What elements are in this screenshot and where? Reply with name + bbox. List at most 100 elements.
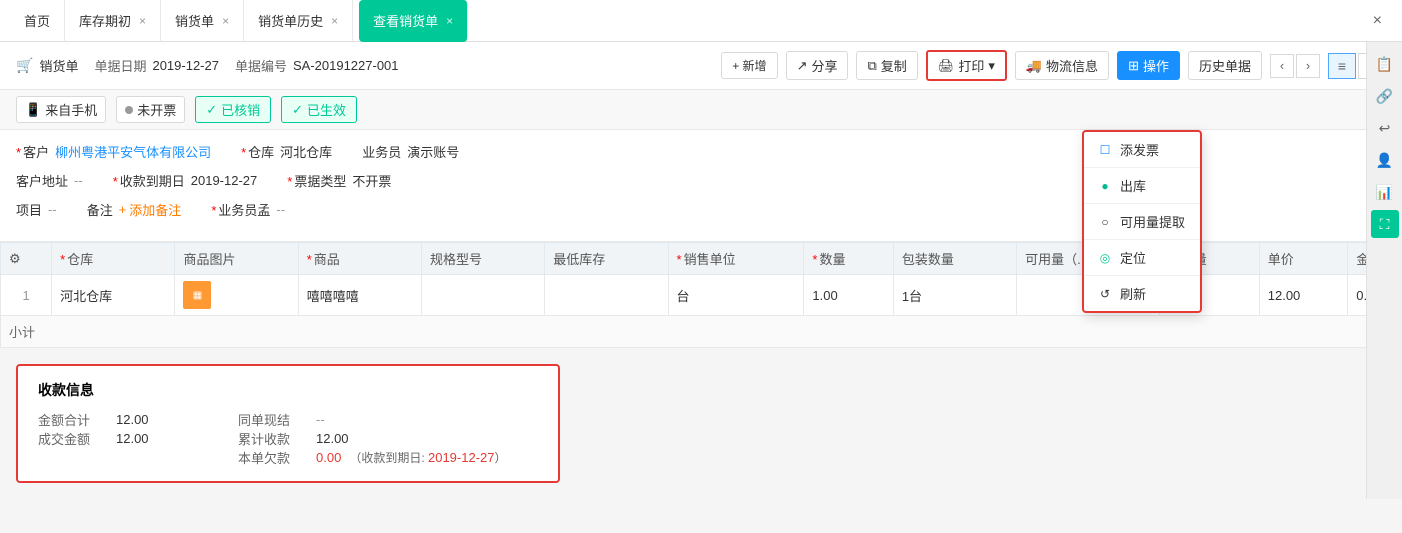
window-close-button[interactable]: × — [1363, 12, 1392, 30]
date-label: 单据日期 — [94, 56, 146, 75]
project-field: 项目 -- — [16, 200, 57, 219]
tab-sales-order-history[interactable]: 销货单历史 × — [244, 0, 353, 42]
subtotal-label: 小计 — [1, 316, 1402, 348]
address-field: 客户地址 -- — [16, 171, 83, 190]
tab-home[interactable]: 首页 — [10, 0, 65, 42]
operation-button[interactable]: ⊞ 操作 — [1117, 51, 1180, 80]
effective-badge[interactable]: ✓ 已生效 — [281, 96, 357, 123]
logistics-button[interactable]: 🚚 物流信息 — [1015, 51, 1109, 80]
effective-icon: ✓ — [292, 102, 303, 118]
deal-amount-row: 成交金额 12.00 — [38, 429, 238, 448]
col-settings[interactable]: ⚙ — [1, 243, 52, 275]
row-product: 嘻嘻嘻嘻 — [298, 275, 421, 316]
number-value: SA-20191227-001 — [293, 58, 399, 73]
col-product-img: 商品图片 — [175, 243, 298, 275]
sidebar-icon-back[interactable]: ↩ — [1371, 114, 1399, 142]
sidebar-icon-user[interactable]: 👤 — [1371, 146, 1399, 174]
refresh-icon: ↺ — [1098, 287, 1112, 301]
prev-button[interactable]: ‹ — [1270, 54, 1294, 78]
summary-box: 收款信息 金额合计 12.00 同单现结 -- 成交金额 12.00 — [16, 364, 560, 483]
summary-area: 收款信息 金额合计 12.00 同单现结 -- 成交金额 12.00 — [0, 348, 1402, 499]
summary-grid: 金额合计 12.00 同单现结 -- 成交金额 12.00 累计收款 12.00 — [38, 410, 538, 467]
content-inner: 🛒 销货单 单据日期 2019-12-27 单据编号 SA-20191227-0… — [0, 42, 1402, 499]
history-button[interactable]: 历史单据 — [1188, 51, 1262, 80]
row-unit-price: 12.00 — [1259, 275, 1348, 316]
row-min-stock — [545, 275, 668, 316]
print-icon: 🖨 — [938, 58, 955, 74]
row-spec — [421, 275, 544, 316]
total-received-row: 累计收款 12.00 — [238, 429, 538, 448]
doc-type-label: 销货单 — [39, 56, 78, 75]
customer-value[interactable]: 柳州粤港平安气体有限公司 — [55, 142, 211, 161]
notes-field: 备注 添加备注 — [87, 200, 182, 219]
empty-row — [38, 448, 238, 467]
logistics-icon: 🚚 — [1026, 58, 1042, 74]
due-date-field: 收款到期日 2019-12-27 — [113, 171, 258, 190]
sidebar-icon-chart[interactable]: 📊 — [1371, 178, 1399, 206]
menu-refresh[interactable]: ↺ 刷新 — [1084, 276, 1200, 311]
doc-title: 🛒 销货单 — [16, 56, 78, 75]
tab-close-inventory-init[interactable]: × — [139, 14, 146, 28]
doc-header: 🛒 销货单 单据日期 2019-12-27 单据编号 SA-20191227-0… — [0, 42, 1402, 90]
add-note-button[interactable]: 添加备注 — [119, 200, 182, 219]
project-value: -- — [48, 202, 57, 217]
print-button[interactable]: 🖨 打印 ▾ — [926, 50, 1007, 81]
share-icon: ↗ — [797, 58, 808, 74]
tab-sales-order[interactable]: 销货单 × — [161, 0, 244, 42]
from-mobile-button[interactable]: 📱 来自手机 — [16, 96, 106, 123]
pagination-arrows: ‹ › — [1270, 54, 1320, 78]
tab-view-sales-order[interactable]: 查看销货单 × — [359, 0, 468, 42]
number-label: 单据编号 — [235, 56, 287, 75]
row-warehouse: 河北仓库 — [52, 275, 175, 316]
amount-total-row: 金额合计 12.00 — [38, 410, 238, 429]
sidebar-icon-link[interactable]: 🔗 — [1371, 82, 1399, 110]
print-dropdown-icon: ▾ — [988, 58, 995, 74]
mobile-icon: 📱 — [25, 102, 41, 118]
available-icon: ○ — [1098, 215, 1112, 229]
ticket-value: 不开票 — [352, 171, 391, 190]
summary-title: 收款信息 — [38, 380, 538, 400]
due-date-value: 2019-12-27 — [191, 173, 258, 188]
copy-button[interactable]: ⧉ 复制 — [856, 51, 917, 80]
operation-icon: ⊞ — [1128, 58, 1139, 74]
locate-icon: ◎ — [1098, 251, 1112, 265]
col-warehouse: 仓库 — [52, 243, 175, 275]
sidebar-icon-doc[interactable]: 📋 — [1371, 50, 1399, 78]
salesperson2-value: -- — [276, 202, 285, 217]
row-unit: 台 — [668, 275, 804, 316]
date-value: 2019-12-27 — [152, 58, 219, 73]
list-view-button[interactable]: ≡ — [1328, 53, 1356, 79]
tab-close-view-sales-order[interactable]: × — [446, 14, 453, 28]
tab-close-sales-order-history[interactable]: × — [331, 14, 338, 28]
row-num: 1 — [1, 275, 52, 316]
tab-inventory-init[interactable]: 库存期初 × — [65, 0, 161, 42]
tab-close-sales-order[interactable]: × — [222, 14, 229, 28]
new-button[interactable]: + 新增 — [721, 52, 777, 79]
menu-locate[interactable]: ◎ 定位 — [1084, 240, 1200, 275]
verified-icon: ✓ — [206, 102, 217, 118]
sidebar-icon-expand[interactable]: ⛶ — [1371, 210, 1399, 238]
sales-order-icon: 🛒 — [16, 57, 33, 74]
same-order-settle-row: 同单现结 -- — [238, 410, 538, 429]
menu-outbound[interactable]: ● 出库 — [1084, 168, 1200, 203]
row-product-img: ▦ — [175, 275, 298, 316]
salesperson-value: 演示账号 — [407, 142, 459, 161]
dropdown-menu: ☐ 添发票 ● 出库 ○ 可用量提取 ◎ 定位 — [1082, 130, 1202, 313]
menu-available-extract[interactable]: ○ 可用量提取 — [1084, 204, 1200, 239]
doc-actions: + 新增 ↗ 分享 ⧉ 复制 🖨 打印 ▾ 🚚 物流信息 — [721, 50, 1386, 81]
tab-bar: 首页 库存期初 × 销货单 × 销货单历史 × 查看销货单 × × — [0, 0, 1402, 42]
col-spec: 规格型号 — [421, 243, 544, 275]
next-button[interactable]: › — [1296, 54, 1320, 78]
share-button[interactable]: ↗ 分享 — [786, 51, 849, 80]
col-min-stock: 最低库存 — [545, 243, 668, 275]
outbound-icon: ● — [1098, 179, 1112, 193]
copy-icon: ⧉ — [867, 58, 876, 74]
customer-field: 客户 柳州粤港平安气体有限公司 — [16, 142, 211, 161]
col-product: 商品 — [298, 243, 421, 275]
menu-add-invoice[interactable]: ☐ 添发票 — [1084, 132, 1200, 167]
ticket-field: 票据类型 不开票 — [287, 171, 391, 190]
invoice-status-button[interactable]: 未开票 — [116, 96, 185, 123]
doc-date-field: 单据日期 2019-12-27 — [94, 56, 219, 75]
subtotal-row: 小计 — [1, 316, 1402, 348]
verified-badge[interactable]: ✓ 已核销 — [195, 96, 271, 123]
